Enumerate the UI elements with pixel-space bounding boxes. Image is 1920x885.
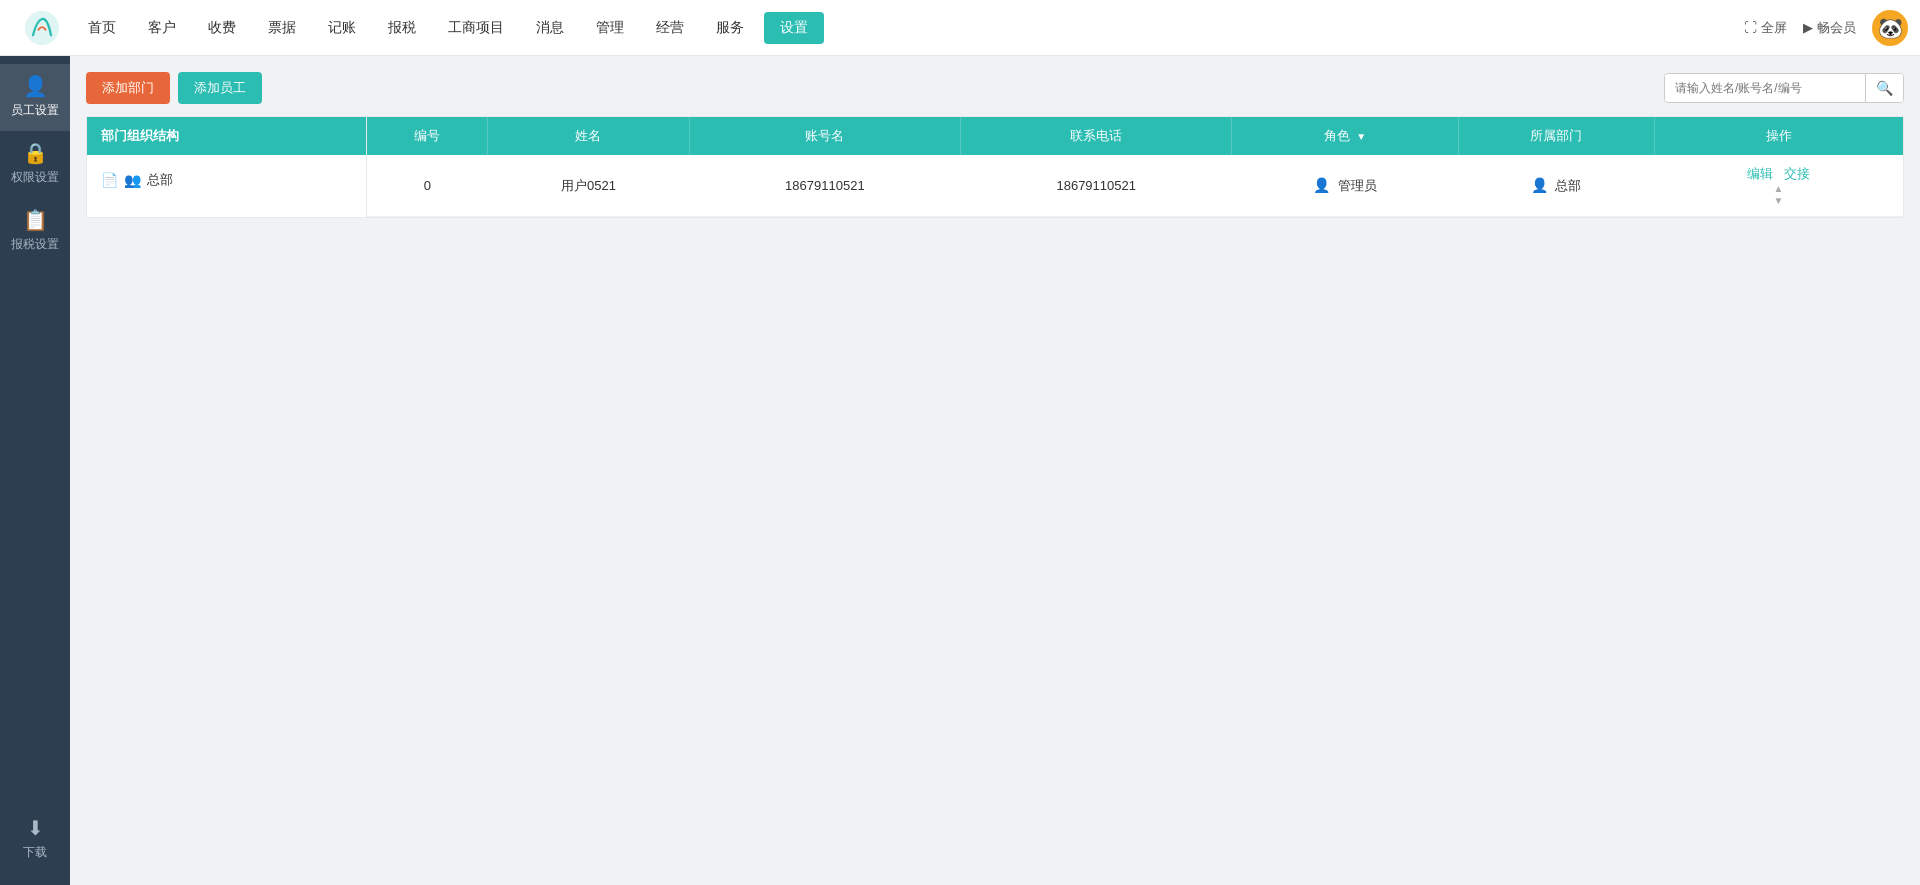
sidebar-item-download[interactable]: ⬇ 下载 — [0, 806, 70, 873]
logo-icon — [24, 10, 60, 46]
nav-bookkeep[interactable]: 记账 — [312, 0, 372, 55]
col-header-role[interactable]: 角色 ▼ — [1232, 117, 1458, 155]
cell-dept-value: 总部 — [1555, 178, 1581, 193]
search-box: 🔍 — [1664, 73, 1904, 103]
sidebar-item-employee[interactable]: 👤 员工设置 — [0, 64, 70, 131]
employee-icon: 👤 — [23, 76, 48, 96]
cell-dept: 👤 总部 — [1458, 155, 1654, 217]
nav-fee[interactable]: 收费 — [192, 0, 252, 55]
content-area: 添加部门 添加员工 🔍 部门组织结构 📄 👥 总部 — [70, 56, 1920, 885]
cell-account: 18679110521 — [689, 155, 960, 217]
search-input[interactable] — [1665, 75, 1865, 101]
cell-id: 0 — [367, 155, 488, 217]
role-user-icon: 👤 — [1313, 177, 1330, 193]
vip-label: 畅会员 — [1817, 19, 1856, 37]
scroll-arrows: ▲ ▼ — [1662, 183, 1895, 206]
sidebar: 👤 员工设置 🔒 权限设置 📋 报税设置 ⬇ 下载 — [0, 56, 70, 885]
add-emp-button[interactable]: 添加员工 — [178, 72, 262, 104]
dept-tree-body: 📄 👥 总部 — [87, 155, 366, 205]
main-layout: 👤 员工设置 🔒 权限设置 📋 报税设置 ⬇ 下载 添加部门 添加员工 🔍 — [0, 56, 1920, 885]
sidebar-label-permission: 权限设置 — [11, 169, 59, 186]
transfer-link[interactable]: 交接 — [1784, 166, 1810, 181]
col-header-account: 账号名 — [689, 117, 960, 155]
role-sort-icon: ▼ — [1356, 131, 1366, 142]
vip-btn[interactable]: ▶ 畅会员 — [1803, 19, 1856, 37]
cell-role: 👤 管理员 — [1232, 155, 1458, 217]
sidebar-label-employee: 员工设置 — [11, 102, 59, 119]
tax-icon: 📋 — [23, 210, 48, 230]
arrow-down-icon[interactable]: ▼ — [1774, 195, 1784, 206]
file-icon: 📄 — [101, 172, 118, 188]
edit-link[interactable]: 编辑 — [1747, 166, 1773, 181]
download-icon: ⬇ — [27, 818, 44, 838]
cell-action: 编辑 交接 ▲ ▼ — [1654, 155, 1903, 217]
nav-service[interactable]: 服务 — [700, 0, 760, 55]
dept-user-icon-row: 👤 — [1531, 177, 1548, 193]
emp-table-wrap: 编号 姓名 账号名 联系电话 角色 ▼ 所属部门 操作 — [367, 117, 1903, 217]
toolbar: 添加部门 添加员工 🔍 — [86, 72, 1904, 104]
cell-role-value: 管理员 — [1338, 178, 1377, 193]
col-header-dept: 所属部门 — [1458, 117, 1654, 155]
nav-manage[interactable]: 管理 — [580, 0, 640, 55]
search-button[interactable]: 🔍 — [1865, 74, 1903, 102]
cell-name: 用户0521 — [488, 155, 689, 217]
top-nav: 首页 客户 收费 票据 记账 报税 工商项目 消息 管理 经营 服务 设置 ⛶ … — [0, 0, 1920, 56]
col-header-name: 姓名 — [488, 117, 689, 155]
nav-tax[interactable]: 报税 — [372, 0, 432, 55]
avatar[interactable]: 🐼 — [1872, 10, 1908, 46]
nav-right: ⛶ 全屏 ▶ 畅会员 🐼 — [1744, 10, 1908, 46]
nav-bill[interactable]: 票据 — [252, 0, 312, 55]
dept-user-icon: 👥 — [124, 172, 141, 188]
sidebar-item-taxsettings[interactable]: 📋 报税设置 — [0, 198, 70, 265]
col-header-id: 编号 — [367, 117, 488, 155]
nav-message[interactable]: 消息 — [520, 0, 580, 55]
col-role-label: 角色 — [1324, 128, 1350, 143]
col-header-action: 操作 — [1654, 117, 1903, 155]
arrow-up-icon[interactable]: ▲ — [1774, 183, 1784, 194]
sidebar-item-permission[interactable]: 🔒 权限设置 — [0, 131, 70, 198]
cell-phone: 18679110521 — [961, 155, 1232, 217]
fullscreen-icon: ⛶ — [1744, 20, 1757, 35]
sidebar-label-download: 下载 — [23, 844, 47, 861]
fullscreen-btn[interactable]: ⛶ 全屏 — [1744, 19, 1787, 37]
dept-node-root[interactable]: 📄 👥 总部 — [87, 163, 366, 197]
table-header-row: 编号 姓名 账号名 联系电话 角色 ▼ 所属部门 操作 — [367, 117, 1903, 155]
sidebar-label-taxsettings: 报税设置 — [11, 236, 59, 253]
nav-business[interactable]: 工商项目 — [432, 0, 520, 55]
col-header-phone: 联系电话 — [961, 117, 1232, 155]
logo — [12, 0, 72, 56]
lock-icon: 🔒 — [23, 143, 48, 163]
vip-icon: ▶ — [1803, 20, 1813, 35]
table-row: 0 用户0521 18679110521 18679110521 👤 管理员 👤… — [367, 155, 1903, 217]
nav-settings[interactable]: 设置 — [764, 12, 824, 44]
dept-tree-header: 部门组织结构 — [87, 117, 366, 155]
nav-items: 首页 客户 收费 票据 记账 报税 工商项目 消息 管理 经营 服务 设置 — [72, 0, 1744, 55]
nav-home[interactable]: 首页 — [72, 0, 132, 55]
fullscreen-label: 全屏 — [1761, 19, 1787, 37]
nav-operation[interactable]: 经营 — [640, 0, 700, 55]
employee-table: 编号 姓名 账号名 联系电话 角色 ▼ 所属部门 操作 — [367, 117, 1903, 217]
nav-customer[interactable]: 客户 — [132, 0, 192, 55]
add-dept-button[interactable]: 添加部门 — [86, 72, 170, 104]
dept-node-label: 总部 — [147, 171, 173, 189]
dept-tree: 部门组织结构 📄 👥 总部 — [87, 117, 367, 217]
split-panel: 部门组织结构 📄 👥 总部 编号 姓名 账号名 — [86, 116, 1904, 218]
